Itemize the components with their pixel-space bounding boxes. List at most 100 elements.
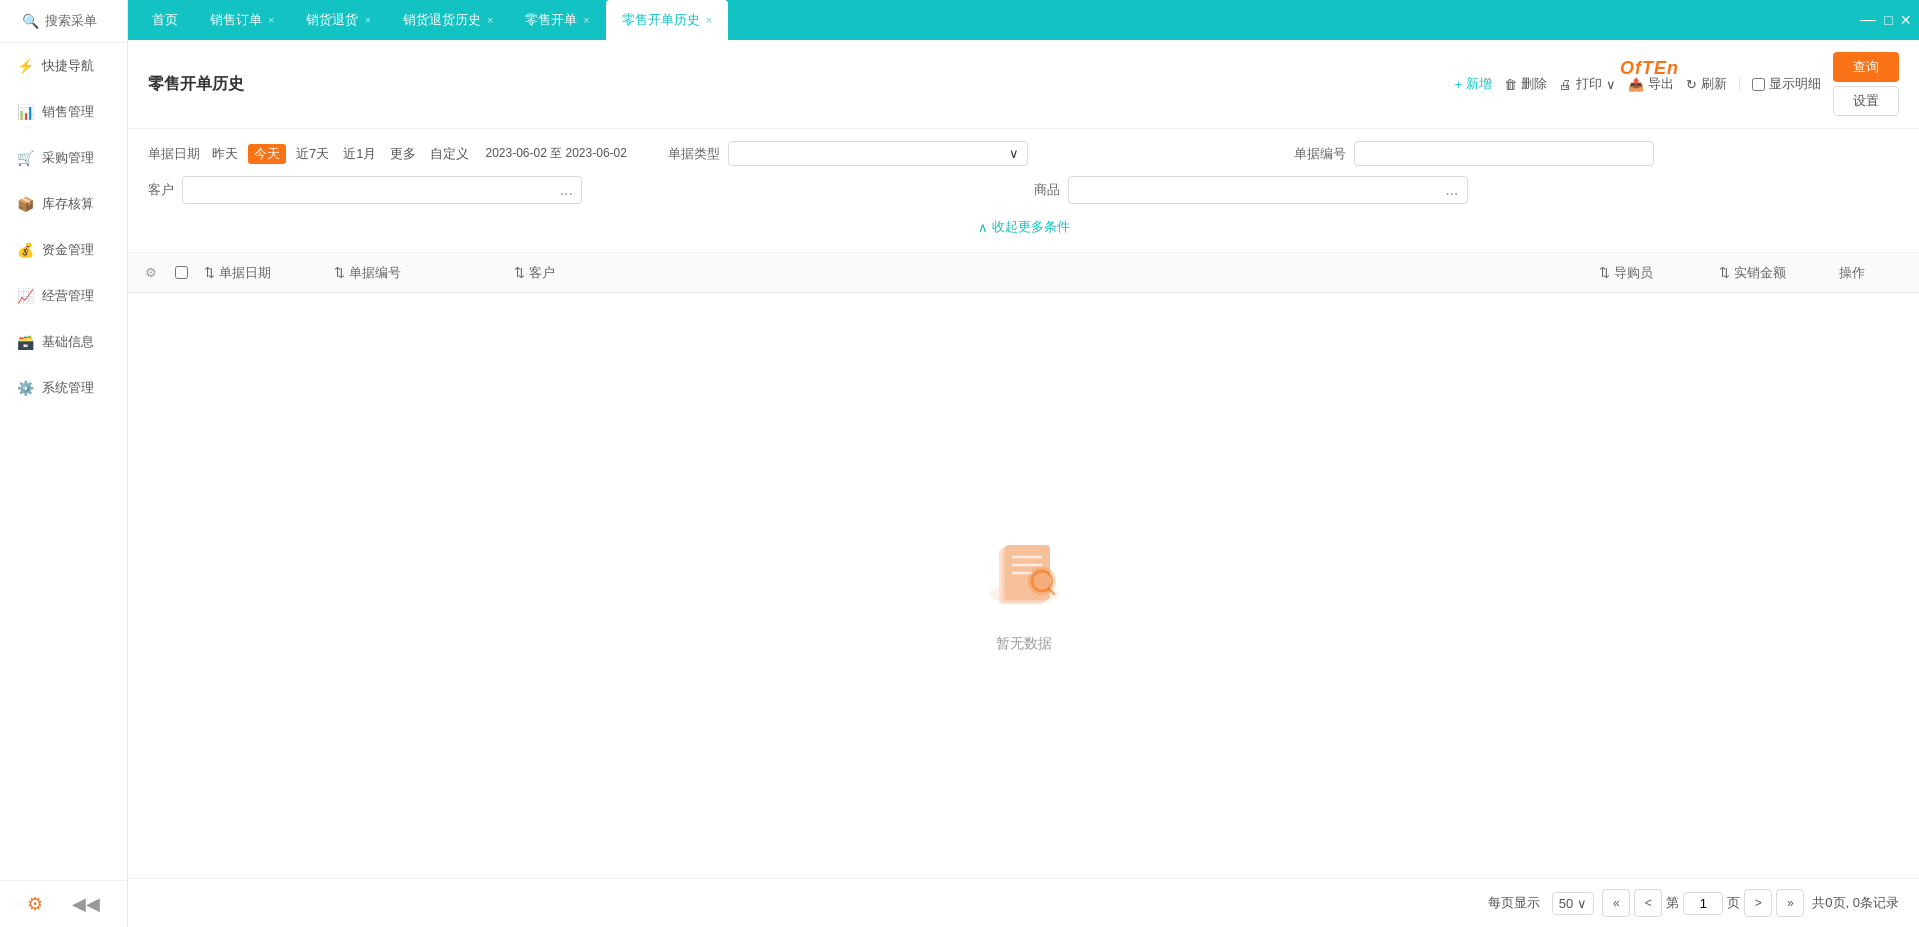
page-label-post: 页 [1727,894,1740,912]
tab-sales-order[interactable]: 销售订单 × [194,0,290,40]
page-size-select[interactable]: 50 ∨ [1552,892,1594,915]
query-settings-group: 查询 设置 [1833,52,1899,116]
tab-retail-history[interactable]: 零售开单历史 × [606,0,728,40]
delete-icon: 🗑 [1504,77,1517,92]
sidebar-item-finance[interactable]: 资金管理 [0,227,127,273]
manage-icon [16,287,34,305]
page-size-chevron-icon: ∨ [1577,896,1587,911]
tab-home[interactable]: 首页 [136,0,194,40]
sidebar-item-sales-label: 销售管理 [42,103,94,121]
tab-sales-return[interactable]: 销货退货 × [290,0,386,40]
tab-retail-open[interactable]: 零售开单 × [509,0,605,40]
col-header-amount[interactable]: ⇅ 实销金额 [1711,264,1831,282]
date-opt-custom[interactable]: 自定义 [426,144,473,164]
delete-button[interactable]: 🗑 删除 [1504,75,1547,93]
col-header-num[interactable]: ⇅ 单据编号 [326,264,506,282]
filter-row-2: 客户 ... 商品 ... [148,176,1899,204]
stock-icon [16,195,34,213]
tab-sales-return-label: 销货退货 [306,11,358,29]
filter-row-1: 单据日期 昨天 今天 近7天 近1月 更多 自定义 2023-06-02 至 2… [148,141,1899,166]
sidebar-item-sales[interactable]: 销售管理 [0,89,127,135]
refresh-icon: ↻ [1686,77,1697,92]
sidebar-item-base[interactable]: 基础信息 [0,319,127,365]
num-filter-input[interactable] [1354,141,1654,166]
sidebar-search[interactable]: 搜索采单 [0,0,127,43]
sidebar-item-sys[interactable]: 系统管理 [0,365,127,411]
page-input[interactable] [1683,892,1723,915]
tab-sales-return-history-label: 销货退货历史 [403,11,481,29]
customer-ellipsis-btn[interactable]: ... [560,181,573,199]
col-action-label: 操作 [1839,264,1865,282]
sort-num-icon: ⇅ [334,265,345,280]
collapse-footer-btn[interactable]: ◀◀ [72,893,100,915]
empty-icon [974,519,1074,619]
col-customer-label: 客户 [529,264,555,282]
select-all-checkbox[interactable] [175,266,188,279]
type-filter: 单据类型 ∨ [668,141,1274,166]
tab-sales-return-close[interactable]: × [364,14,370,26]
page-size-value: 50 [1559,896,1573,911]
customer-select[interactable]: ... [182,176,582,204]
date-options: 昨天 今天 近7天 近1月 更多 自定义 [208,144,473,164]
query-button[interactable]: 查询 [1833,52,1899,82]
settings-button[interactable]: 设置 [1833,86,1899,116]
table-settings-icon[interactable]: ⚙ [136,265,166,280]
date-opt-1month[interactable]: 近1月 [339,144,380,164]
page-first-btn[interactable]: « [1602,889,1630,917]
toolbar-divider [1739,76,1740,92]
sidebar-footer: ⚙ ◀◀ [0,880,127,927]
window-close-btn[interactable]: × [1900,10,1911,31]
customer-filter-label: 客户 [148,181,174,199]
col-header-date[interactable]: ⇅ 单据日期 [196,264,326,282]
sys-icon [16,379,34,397]
table-header-checkbox[interactable] [166,266,196,279]
col-date-label: 单据日期 [219,264,271,282]
col-header-guide[interactable]: ⇅ 导购员 [1591,264,1711,282]
add-label: 新增 [1466,75,1492,93]
type-select[interactable]: ∨ [728,141,1028,166]
sidebar-item-purchase[interactable]: 采购管理 [0,135,127,181]
sidebar-item-purchase-label: 采购管理 [42,149,94,167]
sidebar-item-manage[interactable]: 经营管理 [0,273,127,319]
goods-select[interactable]: ... [1068,176,1468,204]
display-checkbox[interactable] [1752,78,1765,91]
table-header: ⚙ ⇅ 单据日期 ⇅ 单据编号 ⇅ 客户 ⇅ 导购员 [128,253,1919,293]
page-prev-btn[interactable]: < [1634,889,1662,917]
tab-sales-return-history-close[interactable]: × [487,14,493,26]
main-content: 首页 销售订单 × 销货退货 × 销货退货历史 × 零售开单 × 零售开单历史 … [128,0,1919,927]
collapse-filter-btn[interactable]: ∧ 收起更多条件 [148,214,1899,240]
date-opt-yesterday[interactable]: 昨天 [208,144,242,164]
settings-footer-btn[interactable]: ⚙ [27,893,43,915]
page-next-btn[interactable]: > [1744,889,1772,917]
tab-sales-return-history[interactable]: 销货退货历史 × [387,0,509,40]
tab-sales-order-label: 销售订单 [210,11,262,29]
tab-retail-history-close[interactable]: × [706,14,712,26]
print-button[interactable]: 🖨 打印 ∨ [1559,75,1616,93]
window-minimize-btn[interactable]: — [1860,11,1876,29]
tab-sales-order-close[interactable]: × [268,14,274,26]
date-opt-7days[interactable]: 近7天 [292,144,333,164]
sidebar-item-sys-label: 系统管理 [42,379,94,397]
sidebar-item-stock[interactable]: 库存核算 [0,181,127,227]
tab-retail-open-close[interactable]: × [583,14,589,26]
date-opt-more[interactable]: 更多 [386,144,420,164]
date-opt-today[interactable]: 今天 [248,144,286,164]
collapse-up-icon: ∧ [978,220,988,235]
collapse-label: 收起更多条件 [992,218,1070,236]
sort-amount-icon: ⇅ [1719,265,1730,280]
col-header-customer[interactable]: ⇅ 客户 [506,264,1591,282]
sort-customer-icon: ⇅ [514,265,525,280]
page-last-btn[interactable]: » [1776,889,1804,917]
goods-ellipsis-btn[interactable]: ... [1445,181,1458,199]
page-nav: « < 第 页 > » [1602,889,1804,917]
refresh-button[interactable]: ↻ 刷新 [1686,75,1727,93]
pagination: 每页显示 50 ∨ « < 第 页 > » 共0页, 0条记录 [128,878,1919,927]
display-label: 显示明细 [1769,75,1821,93]
sidebar-item-nav[interactable]: 快捷导航 [0,43,127,89]
purchase-icon [16,149,34,167]
window-maximize-btn[interactable]: □ [1884,12,1892,28]
display-toggle[interactable]: 显示明细 [1752,75,1821,93]
finance-icon [16,241,34,259]
type-filter-label: 单据类型 [668,145,720,163]
add-button[interactable]: + 新增 [1454,75,1492,93]
